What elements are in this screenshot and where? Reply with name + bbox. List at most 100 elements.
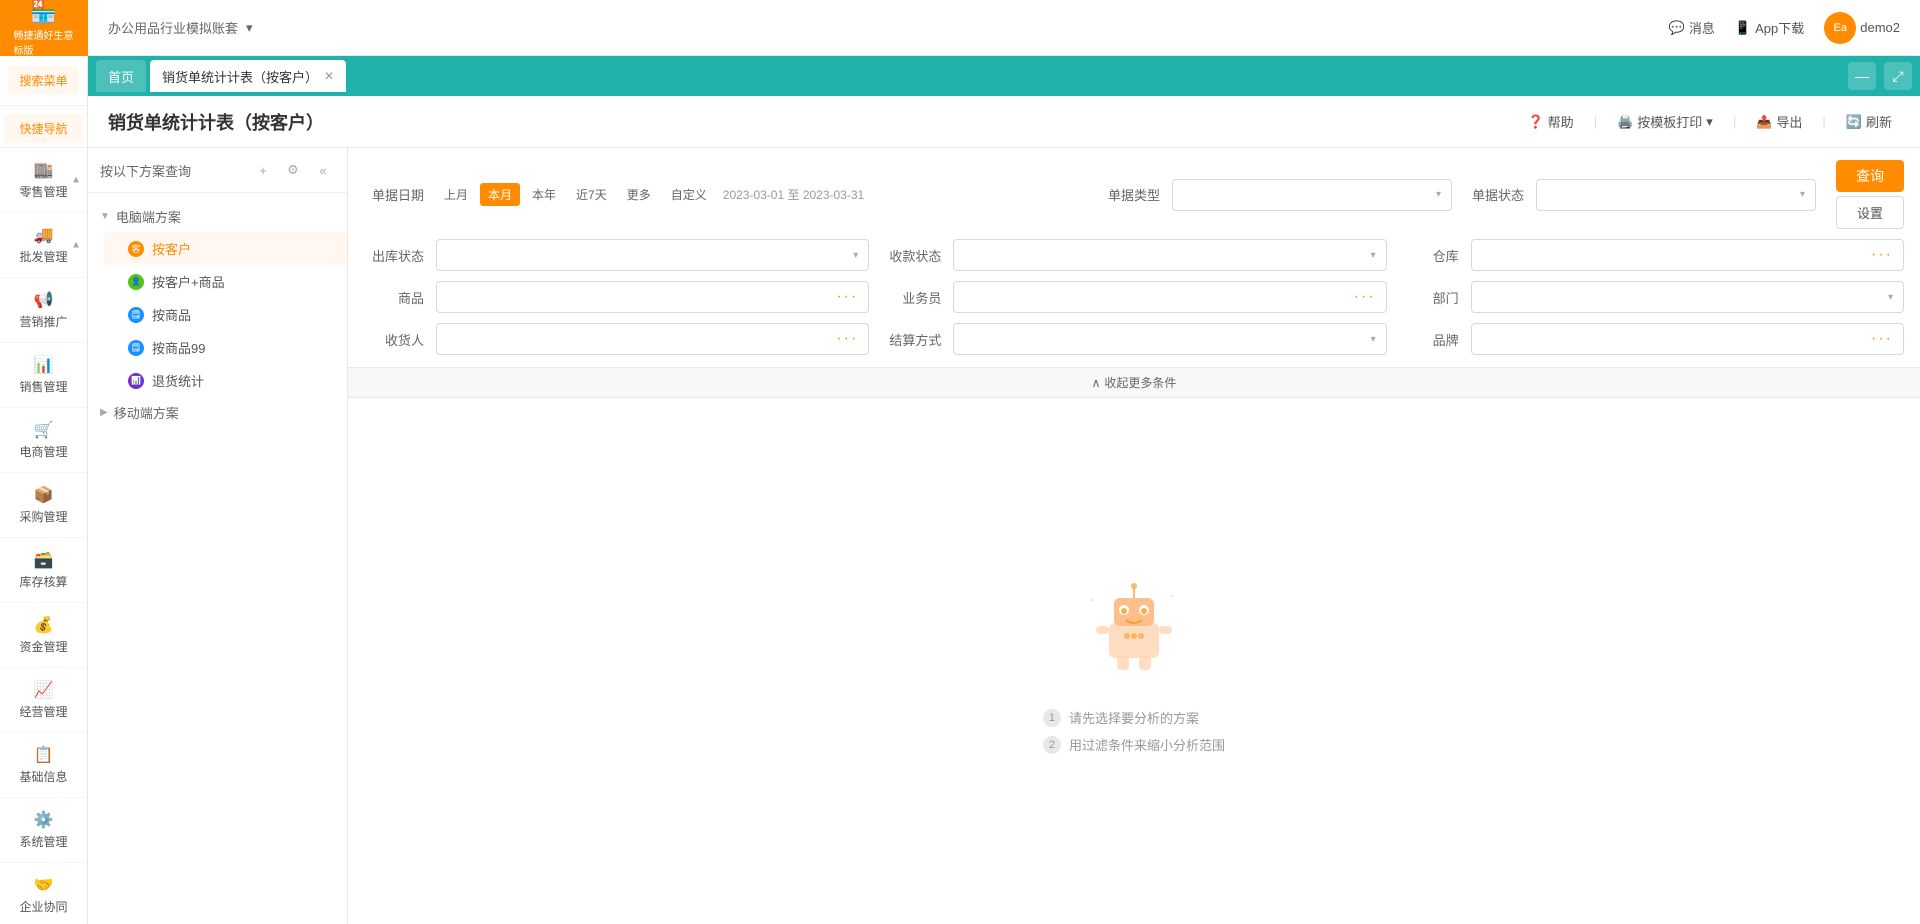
goods-label: 商品 [364,288,424,307]
tab-sales-stat[interactable]: 销货单统计计表（按客户） ✕ [150,60,346,92]
warehouse-input[interactable]: ··· [1471,239,1904,271]
goods-input[interactable]: ··· [436,281,869,313]
search-menu-button[interactable]: 搜索菜单 [8,66,79,95]
sidebar-item-ecommerce[interactable]: 🛒 电商管理 [0,408,87,473]
date-tab-more[interactable]: 更多 [619,183,659,206]
receipt-select[interactable]: ▾ [953,239,1386,271]
filter-row-4: 收货人 ··· 结算方式 ▾ 品牌 ··· [364,323,1904,355]
page-actions: ❓ 帮助 | 🖨️ 按模板打印 ▾ | 📤 导出 | 🔄 刷新 [1519,108,1900,135]
home-tab-label: 首页 [108,67,134,86]
tip-text-1: 请先选择要分析的方案 [1069,708,1199,727]
svg-text:✦: ✦ [1164,644,1168,650]
sidebar-menu: 🏬 零售管理 ▲ 🚚 批发管理 ▲ 📢 营销推广 📊 销售管理 🛒 电商管理 📦… [0,148,87,924]
tree-item-return-stat[interactable]: 📊 退货统计 [104,364,347,397]
collapse-bar[interactable]: ∧ 收起更多条件 [348,368,1920,398]
left-panel-actions: + ⚙ « [251,158,335,182]
recipient-input[interactable]: ··· [436,323,869,355]
filter-row-2: 出库状态 ▾ 收款状态 ▾ 仓库 ··· [364,239,1904,271]
sidebar-item-purchase[interactable]: 📦 采购管理 [0,473,87,538]
help-button[interactable]: ❓ 帮助 [1519,108,1581,135]
breadcrumb-text: 办公用品行业模拟账套 [108,18,238,37]
date-tab-current-year[interactable]: 本年 [524,183,564,206]
settings-scheme-button[interactable]: ⚙ [281,158,305,182]
sidebar-item-wholesale[interactable]: 🚚 批发管理 ▲ [0,213,87,278]
sidebar-item-operations[interactable]: 📈 经营管理 [0,668,87,733]
tree-item-by-customer[interactable]: 客 按客户 [104,232,347,265]
sidebar-item-ecommerce-label: 电商管理 [19,443,67,460]
tree-group-mobile-header[interactable]: ▶ 移动端方案 [88,397,347,428]
action-divider-2: | [1733,114,1736,129]
mobile-group-arrow-icon: ▶ [100,407,108,418]
outbound-dropdown-icon: ▾ [853,250,858,261]
sidebar: 🏪 畅捷通好生意 标版 搜索菜单 快捷导航 🏬 零售管理 ▲ 🚚 批发管理 ▲ … [0,0,88,924]
sidebar-item-basicinfo[interactable]: 📋 基础信息 [0,733,87,798]
tree-group-desktop: ▼ 电脑端方案 客 按客户 👤 按客户+商品 [88,201,347,397]
query-button[interactable]: 查询 [1836,160,1904,192]
doc-status-label: 单据状态 [1464,185,1524,204]
sidebar-item-sales[interactable]: 📊 销售管理 [0,343,87,408]
sidebar-item-system[interactable]: ⚙️ 系统管理 [0,798,87,863]
warehouse-dots: ··· [1871,246,1893,264]
tab-expand-area: — ⤢ [1848,62,1912,90]
date-tab-custom[interactable]: 自定义 [663,183,715,206]
sidebar-item-enterprise[interactable]: 🤝 企业协同 [0,863,87,924]
filter-row-3: 商品 ··· 业务员 ··· 部门 ▾ [364,281,1904,313]
tree-children-desktop: 客 按客户 👤 按客户+商品 🗒 按商品 [88,232,347,397]
header-breadcrumb[interactable]: 办公用品行业模拟账套 ▾ [108,18,253,37]
doc-status-select[interactable]: ▾ [1536,179,1816,211]
settlement-select[interactable]: ▾ [953,323,1386,355]
sidebar-item-sales-label: 销售管理 [19,378,67,395]
collapse-panel-button[interactable]: « [311,158,335,182]
date-tab-current-month[interactable]: 本月 [480,183,520,206]
sidebar-item-marketing[interactable]: 📢 营销推广 [0,278,87,343]
quicknav-button[interactable]: 快捷导航 [4,114,83,143]
app-logo[interactable]: 🏪 畅捷通好生意 标版 [0,0,88,56]
setting-button[interactable]: 设置 [1836,196,1904,229]
template-print-button[interactable]: 🖨️ 按模板打印 ▾ [1609,108,1721,135]
tab-minimize-button[interactable]: — [1848,62,1876,90]
doc-type-select[interactable]: ▾ [1172,179,1452,211]
template-print-label: 按模板打印 [1637,112,1702,131]
outbound-select[interactable]: ▾ [436,239,869,271]
brand-dots: ··· [1871,330,1893,348]
department-select[interactable]: ▾ [1471,281,1904,313]
app-download-button[interactable]: 📱 App下载 [1735,18,1804,37]
add-scheme-button[interactable]: + [251,158,275,182]
sidebar-item-operations-label: 经营管理 [19,703,67,720]
tip-text-2: 用过滤条件来缩小分析范围 [1069,735,1225,754]
brand-label: 品牌 [1399,330,1459,349]
page-content: 销货单统计计表（按客户） ❓ 帮助 | 🖨️ 按模板打印 ▾ | 📤 导出 | [88,96,1920,924]
export-button[interactable]: 📤 导出 [1748,108,1810,135]
tree-item-by-customer-goods[interactable]: 👤 按客户+商品 [104,265,347,298]
tree-item-by-goods-99[interactable]: 🗒 按商品99 [104,331,347,364]
tree-group-desktop-header[interactable]: ▼ 电脑端方案 [88,201,347,232]
sidebar-item-retail[interactable]: 🏬 零售管理 ▲ [0,148,87,213]
doc-type-dropdown-icon: ▾ [1436,189,1441,200]
by-goods-label: 按商品 [152,305,191,324]
action-divider-3: | [1822,114,1825,129]
app-download-label: App下载 [1755,18,1804,37]
brand-input[interactable]: ··· [1471,323,1904,355]
tab-home[interactable]: 首页 [96,60,146,92]
sidebar-item-inventory[interactable]: 🗃️ 库存核算 [0,538,87,603]
date-tab-last-7[interactable]: 近7天 [568,183,615,206]
action-divider-1: | [1594,114,1597,129]
user-profile[interactable]: Ea demo2 [1824,12,1900,44]
date-tab-last-month[interactable]: 上月 [436,183,476,206]
message-button[interactable]: 💬 消息 [1669,18,1715,37]
filter-row-1: 单据日期 上月 本月 本年 近7天 更多 自定义 2023-03-01 至 20… [364,160,1904,229]
main-content: 办公用品行业模拟账套 ▾ 💬 消息 📱 App下载 Ea demo2 首页 [88,0,1920,924]
return-stat-label: 退货统计 [152,371,204,390]
return-stat-icon: 📊 [128,373,144,389]
marketing-icon: 📢 [34,290,54,310]
salesman-input[interactable]: ··· [953,281,1386,313]
refresh-button[interactable]: 🔄 刷新 [1838,108,1900,135]
tab-maximize-button[interactable]: ⤢ [1884,62,1912,90]
outbound-label: 出库状态 [364,246,424,265]
tree-item-by-goods[interactable]: 🗒 按商品 [104,298,347,331]
right-panel: 单据日期 上月 本月 本年 近7天 更多 自定义 2023-03-01 至 20… [348,148,1920,924]
sidebar-item-finance[interactable]: 💰 资金管理 [0,603,87,668]
tab-close-icon[interactable]: ✕ [324,69,334,83]
refresh-label: 刷新 [1866,112,1892,131]
sales-icon: 📊 [34,355,54,375]
